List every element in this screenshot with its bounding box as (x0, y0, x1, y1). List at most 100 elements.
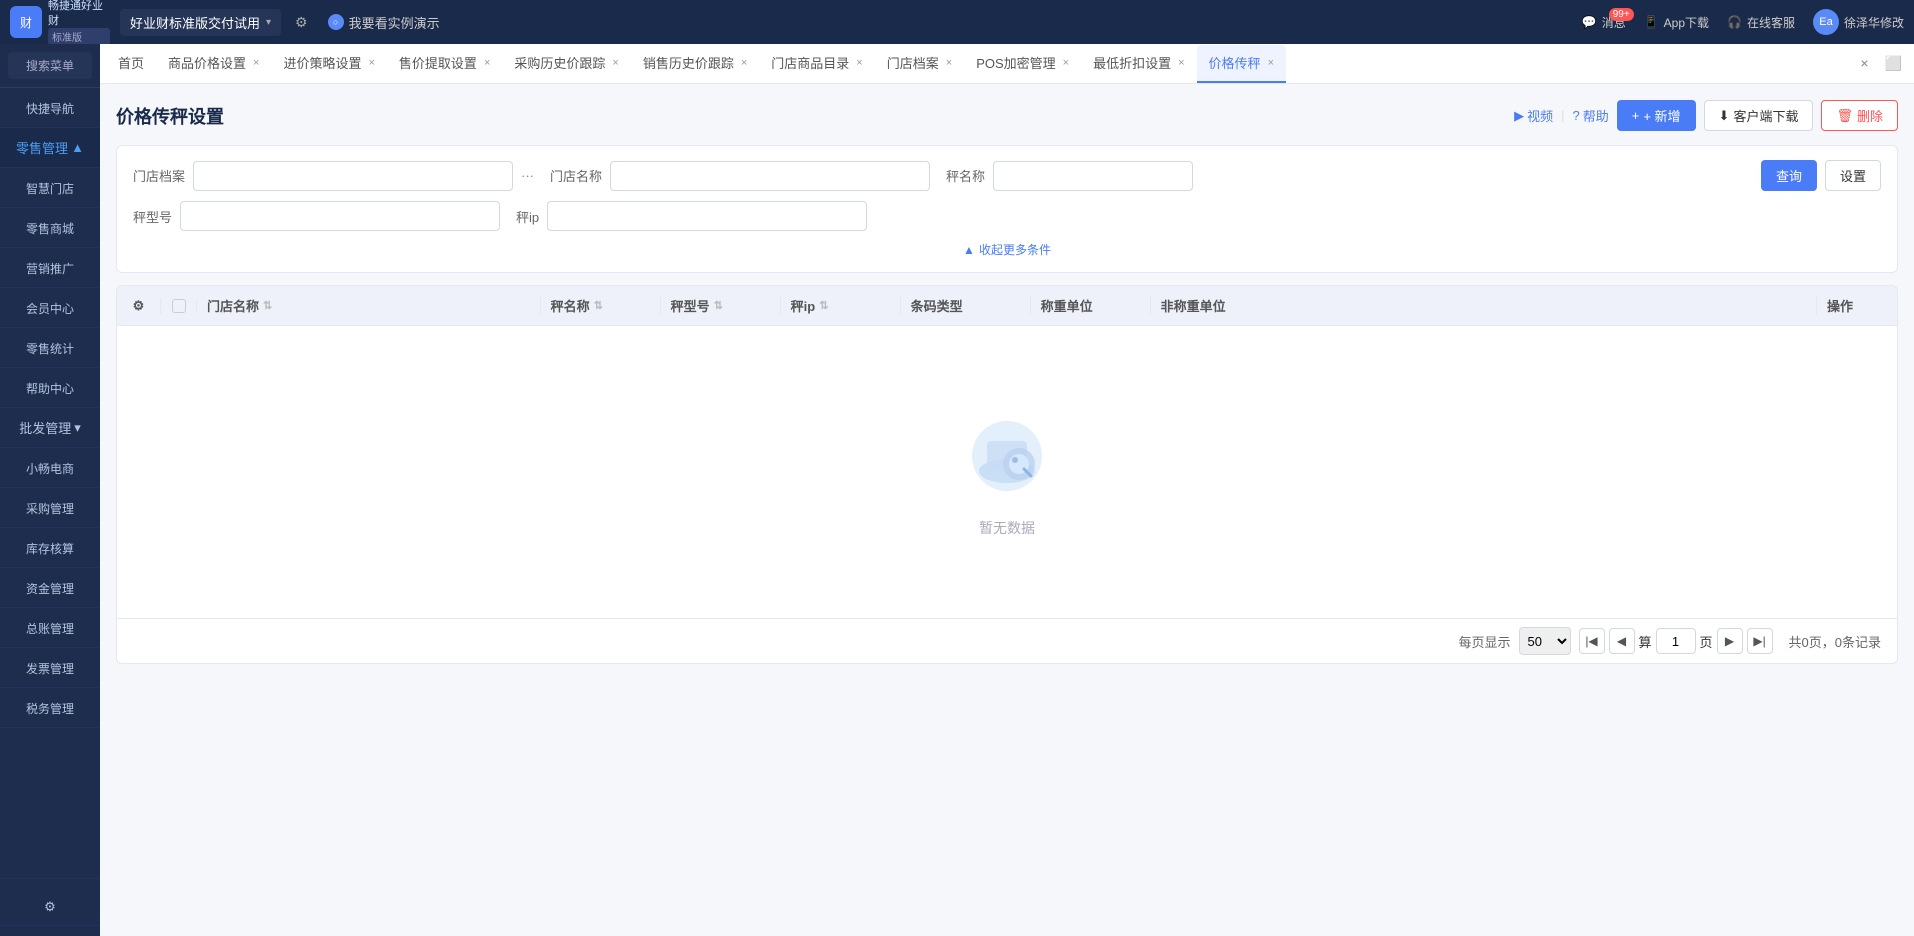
tab-product-pricing[interactable]: 商品价格设置 × (156, 45, 271, 83)
tab-product-pricing-close[interactable]: × (253, 57, 259, 69)
tab-product-pricing-label: 商品价格设置 (168, 53, 246, 72)
scale-name-input[interactable] (993, 161, 1193, 191)
tab-pos-mgmt-close[interactable]: × (1063, 57, 1069, 69)
tab-purchase-strategy-close[interactable]: × (368, 57, 374, 69)
tab-purchase-history-close[interactable]: × (612, 57, 618, 69)
th-check[interactable] (161, 299, 197, 313)
scale-ip-input[interactable] (547, 201, 867, 231)
delete-button[interactable]: 🗑 删除 (1821, 100, 1898, 131)
tab-price-scale[interactable]: 价格传秤 × (1197, 45, 1286, 83)
demo-button[interactable]: ○ 我要看实例演示 (328, 13, 440, 32)
close-all-tabs-button[interactable]: × (1854, 53, 1874, 74)
delete-icon: 🗑 (1836, 108, 1853, 124)
sidebar-item-purchase[interactable]: 采购管理 (0, 488, 100, 528)
store-name-input[interactable] (610, 161, 930, 191)
th-scale-ip[interactable]: 秤ip ⇅ (781, 296, 901, 315)
sidebar-item-inventory[interactable]: 库存核算 (0, 528, 100, 568)
page-body: 价格传秤设置 ▶ 视频 | ? 帮助 + + 新增 (100, 84, 1914, 936)
sidebar-item-retail-stats[interactable]: 零售统计 (0, 328, 100, 368)
app-download-button[interactable]: 📱 App下载 (1644, 14, 1709, 31)
th-store-name[interactable]: 门店名称 ⇅ (197, 296, 541, 315)
tab-sale-extract-close[interactable]: × (484, 57, 490, 69)
help-link[interactable]: ? 帮助 (1572, 106, 1608, 125)
last-page-button[interactable]: ▶| (1747, 628, 1773, 654)
search-menu-button[interactable]: 搜索菜单 (8, 52, 92, 79)
sidebar-item-finance[interactable]: 资金管理 (0, 568, 100, 608)
sidebar-item-marketing[interactable]: 营销推广 (0, 248, 100, 288)
version-selector[interactable]: 好业财标准版交付试用 ▾ (120, 9, 281, 36)
th-action: 操作 (1817, 296, 1897, 315)
total-label: 共0页，0条记录 (1789, 632, 1881, 651)
sidebar-item-tax[interactable]: 税务管理 (0, 688, 100, 728)
tab-sale-extract[interactable]: 售价提取设置 × (387, 45, 502, 83)
tab-store-archive[interactable]: 门店档案 × (875, 45, 964, 83)
sidebar-item-member-center[interactable]: 会员中心 (0, 288, 100, 328)
separator: | (1561, 108, 1564, 123)
user-name: 徐泽华修改 (1844, 14, 1904, 31)
sidebar-item-xiaochang[interactable]: 小畅电商 (0, 448, 100, 488)
per-page-select[interactable]: 50 10 20 100 (1519, 627, 1571, 655)
tab-sale-extract-label: 售价提取设置 (399, 53, 477, 72)
th-scale-model[interactable]: 秤型号 ⇅ (661, 296, 781, 315)
sidebar: 搜索菜单 快捷导航 零售管理 ▲ 智慧门店 零售商城 营销推广 会员中心 (0, 44, 100, 936)
tab-price-scale-close[interactable]: × (1268, 57, 1274, 69)
store-archive-input[interactable] (193, 161, 513, 191)
first-page-button[interactable]: |◀ (1579, 628, 1605, 654)
sidebar-item-retail-mgmt[interactable]: 零售管理 ▲ (0, 128, 100, 168)
sidebar-item-invoice[interactable]: 发票管理 (0, 648, 100, 688)
tab-home[interactable]: 首页 (106, 45, 156, 83)
table-header: ⚙ 门店名称 ⇅ 秤名称 ⇅ 秤型号 (117, 286, 1897, 326)
tab-sales-history[interactable]: 销售历史价跟踪 × (631, 45, 759, 83)
select-all-checkbox[interactable] (172, 299, 186, 313)
tab-home-label: 首页 (118, 53, 144, 72)
store-archive-dots-button[interactable]: ··· (521, 168, 534, 183)
add-button[interactable]: + + 新增 (1617, 100, 1696, 131)
download-label: 客户端下载 (1733, 106, 1798, 125)
download-client-button[interactable]: ⬇ 客户端下载 (1704, 100, 1814, 131)
filter-form: 门店档案 ··· 门店名称 秤名称 (116, 145, 1898, 273)
page-number-input[interactable] (1656, 628, 1696, 654)
sidebar-item-retail-mall[interactable]: 零售商城 (0, 208, 100, 248)
th-gear[interactable]: ⚙ (117, 298, 161, 314)
tab-purchase-history[interactable]: 采购历史价跟踪 × (502, 45, 630, 83)
sort-icon-3: ⇅ (714, 299, 723, 312)
scale-model-input[interactable] (180, 201, 500, 231)
sidebar-item-wholesale-mgmt[interactable]: 批发管理 ▾ (0, 408, 100, 448)
messages-button[interactable]: 💬 消息 99+ (1582, 14, 1626, 31)
tab-pos-mgmt[interactable]: POS加密管理 × (964, 45, 1081, 83)
tab-sales-history-label: 销售历史价跟踪 (643, 53, 734, 72)
online-service-label: 在线客服 (1747, 14, 1795, 31)
online-service-button[interactable]: 🎧 在线客服 (1727, 14, 1795, 31)
sidebar-item-quick-nav[interactable]: 快捷导航 (0, 88, 100, 128)
next-page-button[interactable]: ▶ (1717, 628, 1743, 654)
user-menu-button[interactable]: Ea 徐泽华修改 (1813, 9, 1904, 35)
sidebar-item-help-center[interactable]: 帮助中心 (0, 368, 100, 408)
message-icon: 💬 (1582, 15, 1597, 29)
settings-filter-button[interactable]: 设置 (1825, 160, 1881, 191)
tab-min-discount[interactable]: 最低折扣设置 × (1081, 45, 1196, 83)
sidebar-item-general-ledger[interactable]: 总账管理 (0, 608, 100, 648)
tab-store-archive-label: 门店档案 (887, 53, 939, 72)
tab-price-scale-label: 价格传秤 (1209, 53, 1261, 72)
prev-page-button[interactable]: ◀ (1609, 628, 1635, 654)
messages-badge: 99+ (1609, 8, 1634, 21)
video-link[interactable]: ▶ 视频 (1514, 106, 1553, 125)
store-archive-label: 门店档案 (133, 166, 185, 185)
expand-tabs-button[interactable]: ⬜ (1879, 53, 1908, 74)
tab-store-archive-close[interactable]: × (946, 57, 952, 69)
gear-button[interactable]: ⚙ (291, 10, 312, 35)
tab-sales-history-close[interactable]: × (741, 57, 747, 69)
tab-store-catalog[interactable]: 门店商品目录 × (759, 45, 874, 83)
query-button[interactable]: 查询 (1761, 160, 1817, 191)
page-header: 价格传秤设置 ▶ 视频 | ? 帮助 + + 新增 (116, 100, 1898, 131)
tab-store-catalog-close[interactable]: × (856, 57, 862, 69)
tab-purchase-strategy[interactable]: 进价策略设置 × (271, 45, 386, 83)
tab-min-discount-close[interactable]: × (1178, 57, 1184, 69)
tax-label: 税务管理 (0, 700, 100, 717)
empty-illustration (957, 406, 1057, 506)
sidebar-settings-button[interactable]: ⚙ (0, 889, 100, 926)
collapse-button[interactable]: ▲ 收起更多条件 (963, 241, 1051, 258)
tab-end-buttons: × ⬜ (1854, 53, 1908, 74)
th-scale-name[interactable]: 秤名称 ⇅ (541, 296, 661, 315)
sidebar-item-smart-store[interactable]: 智慧门店 (0, 168, 100, 208)
